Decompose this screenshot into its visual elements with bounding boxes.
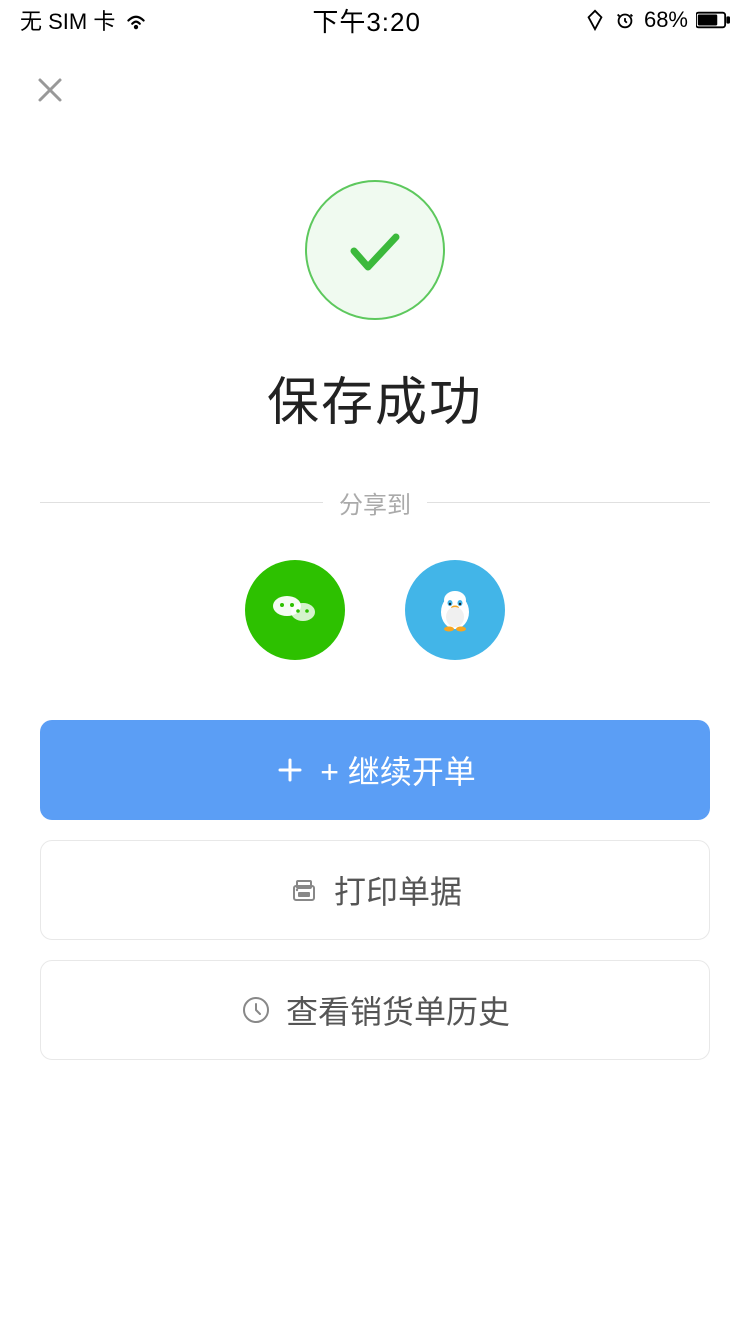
divider-line-right: [427, 502, 710, 503]
plus-icon: [274, 754, 306, 786]
status-left: 无 SIM 卡: [20, 4, 149, 36]
continue-label: + 继续开单: [320, 747, 476, 793]
print-button[interactable]: 打印单据: [40, 840, 710, 940]
continue-button[interactable]: + 继续开单: [40, 720, 710, 820]
battery-icon: [696, 11, 730, 29]
share-icons-row: [245, 560, 505, 660]
success-icon-circle: [305, 180, 445, 320]
wifi-icon: [123, 7, 149, 33]
alarm-icon: [614, 9, 636, 31]
share-divider: 分享到: [40, 485, 710, 520]
divider-line-left: [40, 502, 323, 503]
history-button[interactable]: 查看销货单历史: [40, 960, 710, 1060]
share-label: 分享到: [339, 485, 411, 520]
battery-text: 68%: [644, 7, 688, 33]
print-icon: [288, 874, 320, 906]
main-content: 保存成功 分享到: [0, 120, 750, 1334]
status-time: 下午3:20: [312, 2, 421, 39]
close-button[interactable]: [20, 60, 80, 120]
no-sim-text: 无 SIM 卡: [20, 4, 115, 36]
success-title: 保存成功: [267, 360, 483, 435]
wechat-share-button[interactable]: [245, 560, 345, 660]
status-bar: 无 SIM 卡 下午3:20 68%: [0, 0, 750, 40]
status-right: 68%: [584, 7, 730, 33]
qq-icon: [427, 582, 483, 638]
action-buttons: + 继续开单 打印单据 查看销货单历史: [40, 720, 710, 1060]
history-label: 查看销货单历史: [286, 987, 510, 1033]
checkmark-icon: [340, 215, 410, 285]
history-icon: [240, 994, 272, 1026]
qq-share-button[interactable]: [405, 560, 505, 660]
location-icon: [584, 9, 606, 31]
wechat-icon: [267, 582, 323, 638]
print-label: 打印单据: [334, 867, 462, 913]
